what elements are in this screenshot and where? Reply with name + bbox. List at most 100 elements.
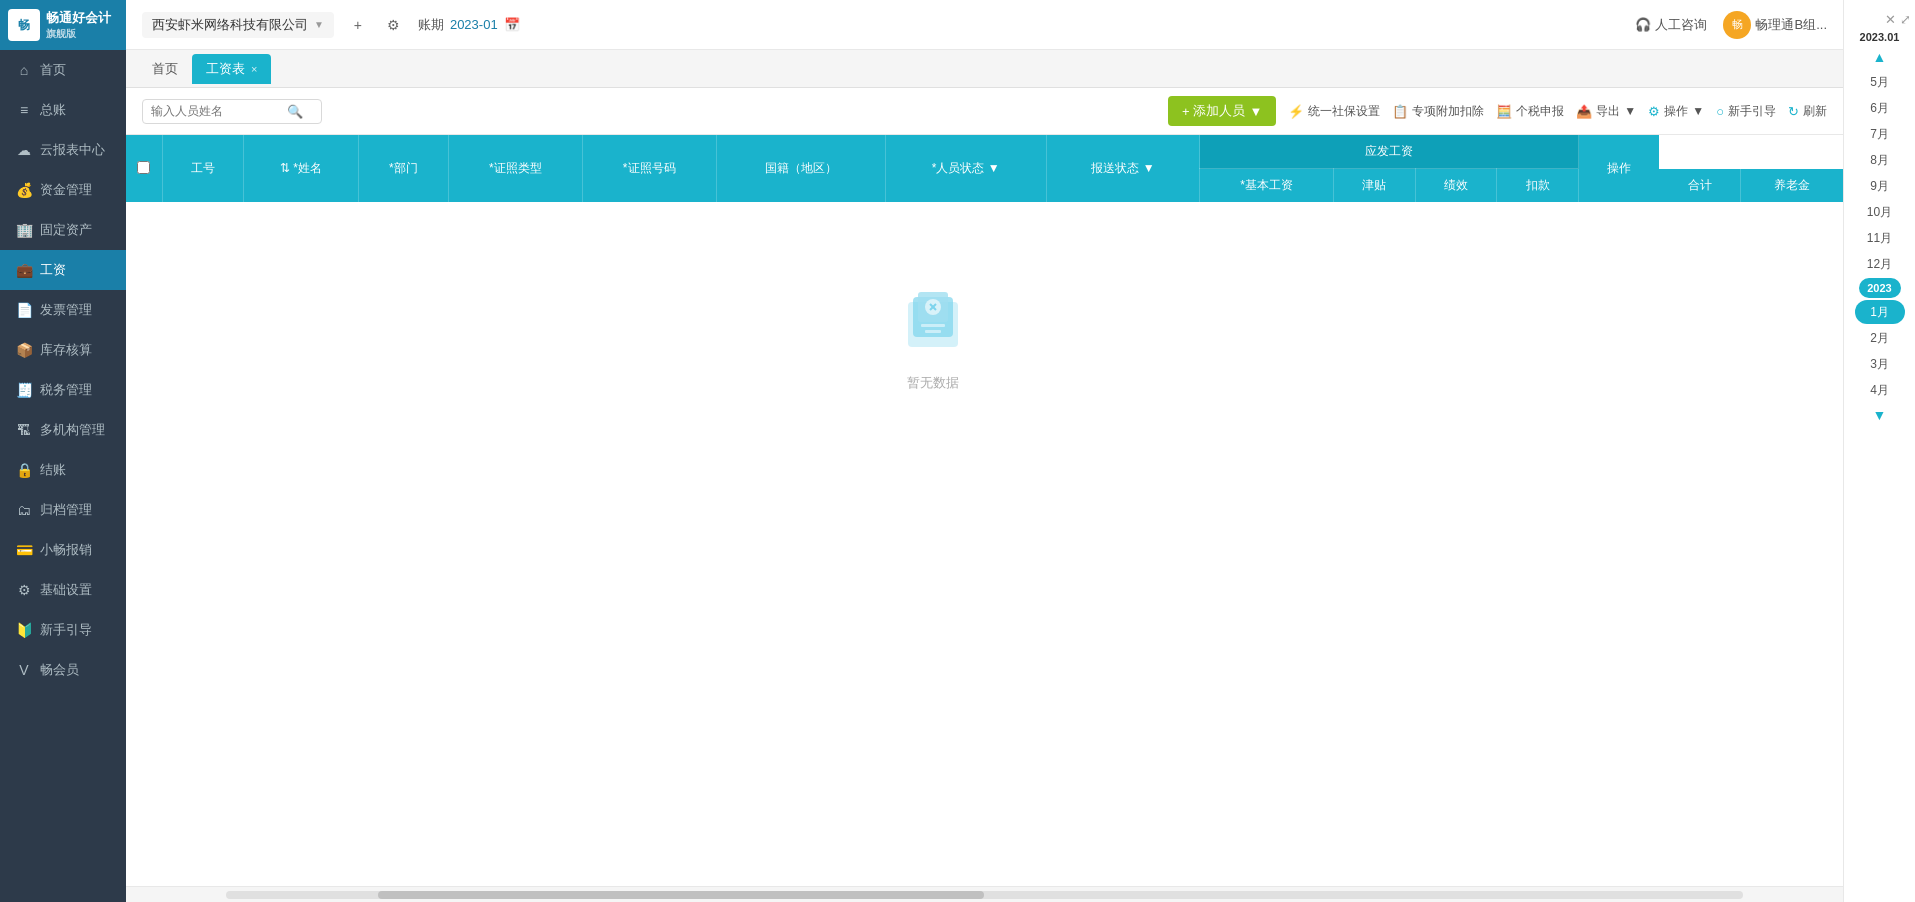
period-display: 2023.01 xyxy=(1860,31,1900,43)
month-1-active[interactable]: 1月 xyxy=(1855,300,1905,324)
operations-button[interactable]: ⚙ 操作 ▼ xyxy=(1648,103,1704,120)
month-9[interactable]: 9月 xyxy=(1855,174,1905,198)
sidebar-item-salary[interactable]: 💼 工资 xyxy=(0,250,126,290)
period-info: 账期 2023-01 📅 xyxy=(418,16,520,34)
right-date-panel: ✕ ⤢ 2023.01 ▲ 5月 6月 7月 8月 9月 10月 11月 12月… xyxy=(1843,0,1915,902)
month-6[interactable]: 6月 xyxy=(1855,96,1905,120)
th-report-status: 报送状态 ▼ xyxy=(1047,135,1200,202)
scroll-thumb[interactable] xyxy=(378,891,985,899)
year-2023-label: 2023 xyxy=(1859,278,1901,298)
operations-dropdown-icon: ▼ xyxy=(1692,104,1704,118)
month-12[interactable]: 12月 xyxy=(1855,252,1905,276)
user-menu[interactable]: 畅 畅理通B组... xyxy=(1723,11,1827,39)
expand-panel-button[interactable]: ⤢ xyxy=(1900,12,1911,27)
report-filter-icon[interactable]: ▼ xyxy=(1143,161,1155,175)
headset-icon: 🎧 xyxy=(1635,17,1651,32)
social-security-button[interactable]: ⚡ 统一社保设置 xyxy=(1288,103,1380,120)
tab-home[interactable]: 首页 xyxy=(138,54,192,84)
month-10[interactable]: 10月 xyxy=(1855,200,1905,224)
month-5[interactable]: 5月 xyxy=(1855,70,1905,94)
salary-table: 工号 ⇅ *姓名 *部门 *证照类型 *证照号码 国籍（地区） *人员状态 ▼ … xyxy=(126,135,1843,472)
topbar: 西安虾米网络科技有限公司 ▼ + ⚙ 账期 2023-01 📅 🎧 人工咨询 畅… xyxy=(126,0,1843,50)
refresh-button[interactable]: ↻ 刷新 xyxy=(1788,103,1827,120)
month-3[interactable]: 3月 xyxy=(1855,352,1905,376)
sidebar-item-cloud-label: 云报表中心 xyxy=(40,141,105,159)
month-8[interactable]: 8月 xyxy=(1855,148,1905,172)
export-button[interactable]: 📤 导出 ▼ xyxy=(1576,103,1636,120)
social-security-label: 统一社保设置 xyxy=(1308,103,1380,120)
search-input[interactable] xyxy=(151,104,281,118)
sidebar-item-salary-label: 工资 xyxy=(40,261,66,279)
home-icon: ⌂ xyxy=(16,62,32,78)
sidebar-item-multi-org[interactable]: 🏗 多机构管理 xyxy=(0,410,126,450)
table-header-row1: 工号 ⇅ *姓名 *部门 *证照类型 *证照号码 国籍（地区） *人员状态 ▼ … xyxy=(126,135,1843,169)
inventory-icon: 📦 xyxy=(16,342,32,358)
sidebar-item-settings[interactable]: ⚙ 基础设置 xyxy=(0,570,126,610)
month-7[interactable]: 7月 xyxy=(1855,122,1905,146)
select-all-checkbox-th[interactable] xyxy=(126,135,162,202)
tax-report-button[interactable]: 🧮 个税申报 xyxy=(1496,103,1564,120)
th-allowance: 津贴 xyxy=(1333,169,1415,203)
sidebar-item-guide[interactable]: 🔰 新手引导 xyxy=(0,610,126,650)
cloud-icon: ☁ xyxy=(16,142,32,158)
app-logo: 畅 畅通好会计 旗舰版 xyxy=(0,0,126,50)
tab-close-icon[interactable]: × xyxy=(251,63,257,75)
sidebar-item-archive[interactable]: 🗂 归档管理 xyxy=(0,490,126,530)
status-filter-icon[interactable]: ▼ xyxy=(988,161,1000,175)
add-person-button[interactable]: + 添加人员 ▼ xyxy=(1168,96,1276,126)
sidebar-item-ledger[interactable]: ≡ 总账 xyxy=(0,90,126,130)
sidebar-item-tax-label: 税务管理 xyxy=(40,381,92,399)
sidebar-item-home[interactable]: ⌂ 首页 xyxy=(0,50,126,90)
extra-deduction-button[interactable]: 📋 专项附加扣除 xyxy=(1392,103,1484,120)
month-11[interactable]: 11月 xyxy=(1855,226,1905,250)
th-total: 合计 xyxy=(1659,169,1740,203)
panel-down-icon[interactable]: ▼ xyxy=(1869,403,1891,427)
sidebar-item-cloud-report[interactable]: ☁ 云报表中心 xyxy=(0,130,126,170)
settings-button[interactable]: ⚙ xyxy=(382,13,406,37)
tabs-bar: 首页 工资表 × xyxy=(126,50,1843,88)
extra-deduction-label: 专项附加扣除 xyxy=(1412,103,1484,120)
empty-icon xyxy=(893,282,973,362)
sidebar-item-tax[interactable]: 🧾 税务管理 xyxy=(0,370,126,410)
month-4[interactable]: 4月 xyxy=(1855,378,1905,402)
add-company-button[interactable]: + xyxy=(346,13,370,37)
tab-salary[interactable]: 工资表 × xyxy=(192,54,271,84)
sidebar-item-invoice[interactable]: 📄 发票管理 xyxy=(0,290,126,330)
sidebar-item-member[interactable]: V 畅会员 xyxy=(0,650,126,690)
sidebar-item-closing[interactable]: 🔒 结账 xyxy=(0,450,126,490)
dropdown-icon: ▼ xyxy=(1249,104,1262,119)
sidebar-item-fund[interactable]: 💰 资金管理 xyxy=(0,170,126,210)
add-person-label: 添加人员 xyxy=(1193,102,1245,120)
sidebar-item-assets[interactable]: 🏢 固定资产 xyxy=(0,210,126,250)
sidebar-item-archive-label: 归档管理 xyxy=(40,501,92,519)
help-button[interactable]: 🎧 人工咨询 xyxy=(1635,16,1707,34)
select-all-checkbox[interactable] xyxy=(137,161,150,174)
sidebar-item-inventory[interactable]: 📦 库存核算 xyxy=(0,330,126,370)
search-icon[interactable]: 🔍 xyxy=(287,104,303,119)
empty-state-row: 暂无数据 xyxy=(126,202,1843,472)
member-icon: V xyxy=(16,662,32,678)
calendar-icon[interactable]: 📅 xyxy=(504,17,520,32)
company-name: 西安虾米网络科技有限公司 xyxy=(152,16,308,34)
close-panel-button[interactable]: ✕ xyxy=(1885,12,1896,27)
app-name: 畅通好会计 xyxy=(46,9,111,27)
closing-icon: 🔒 xyxy=(16,462,32,478)
month-2[interactable]: 2月 xyxy=(1855,326,1905,350)
table-scrollbar[interactable] xyxy=(126,886,1843,902)
th-employee-id: 工号 xyxy=(162,135,244,202)
toolbar-right: + 添加人员 ▼ ⚡ 统一社保设置 📋 专项附加扣除 🧮 个税申报 📤 xyxy=(1168,96,1827,126)
main-area: 西安虾米网络科技有限公司 ▼ + ⚙ 账期 2023-01 📅 🎧 人工咨询 畅… xyxy=(126,0,1843,902)
th-base-salary: *基本工资 xyxy=(1200,169,1334,203)
sidebar-item-expense[interactable]: 💳 小畅报销 xyxy=(0,530,126,570)
salary-icon: 💼 xyxy=(16,262,32,278)
period-value[interactable]: 2023-01 xyxy=(450,17,498,32)
th-performance: 绩效 xyxy=(1415,169,1497,203)
scroll-track[interactable] xyxy=(226,891,1743,899)
panel-up-icon[interactable]: ▲ xyxy=(1869,45,1891,69)
app-version: 旗舰版 xyxy=(46,27,111,41)
guide-button[interactable]: ○ 新手引导 xyxy=(1716,103,1776,120)
company-selector[interactable]: 西安虾米网络科技有限公司 ▼ xyxy=(142,12,334,38)
refresh-icon: ↻ xyxy=(1788,104,1799,119)
th-deduction: 扣款 xyxy=(1497,169,1579,203)
th-name: ⇅ *姓名 xyxy=(244,135,358,202)
